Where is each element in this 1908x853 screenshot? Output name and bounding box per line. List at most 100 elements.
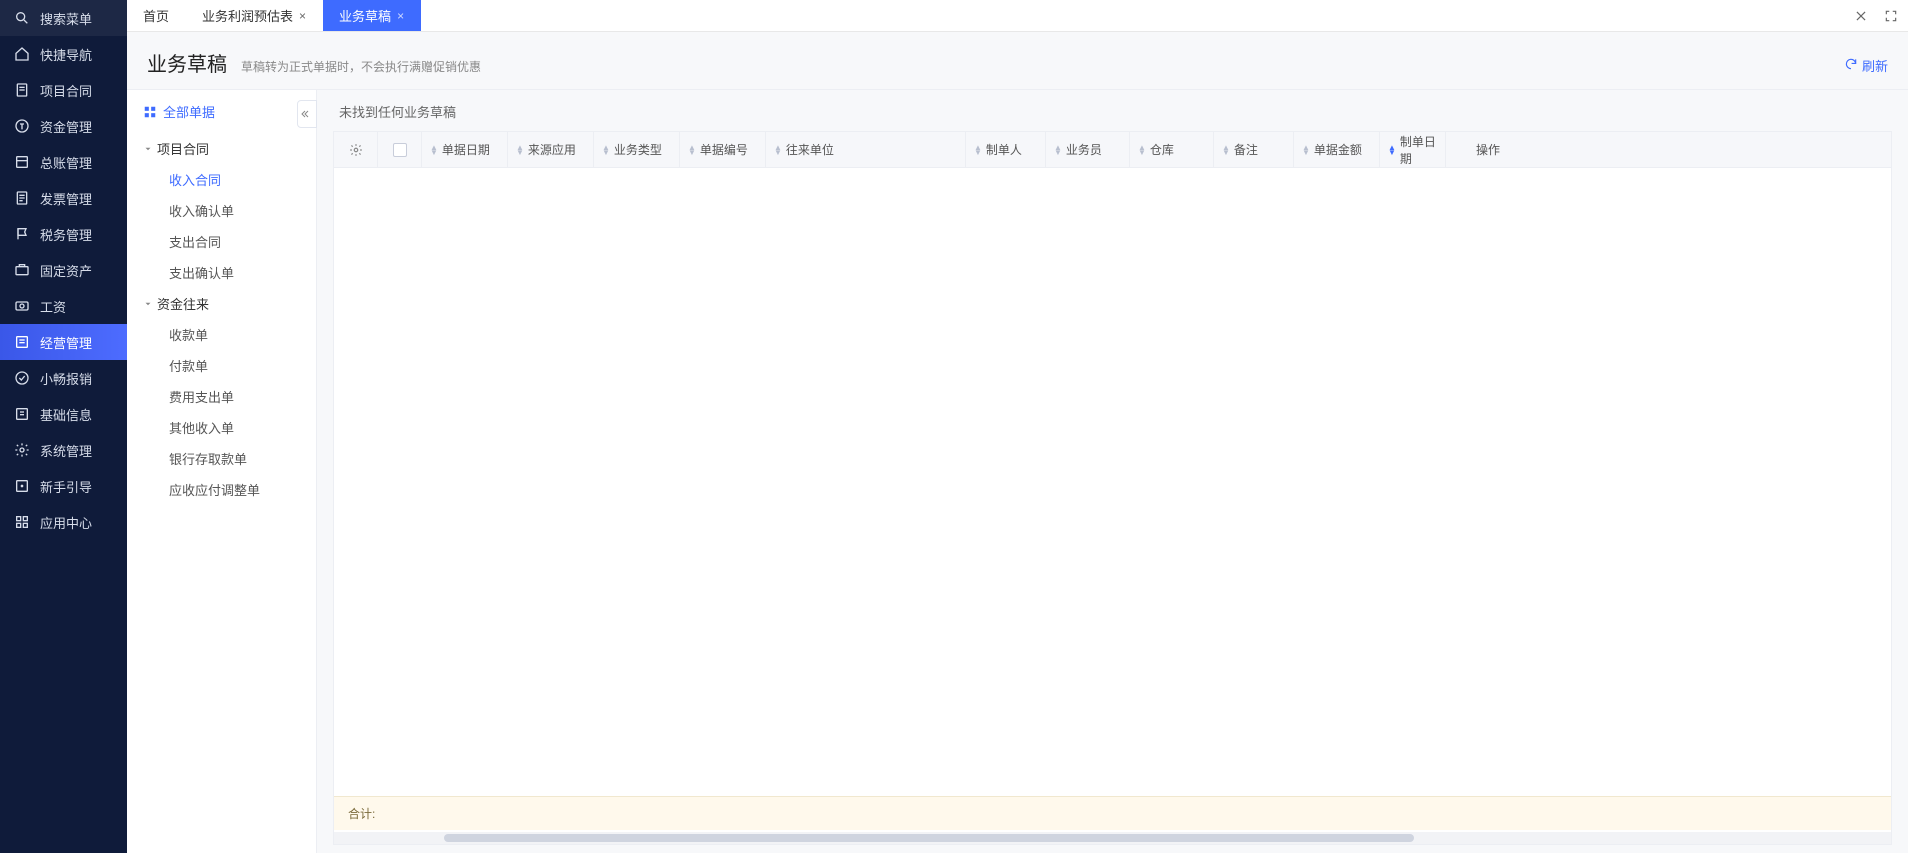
empty-message: 未找到任何业务草稿 bbox=[333, 102, 1892, 121]
close-icon[interactable]: × bbox=[397, 9, 404, 23]
page-title: 业务草稿 bbox=[147, 48, 227, 77]
column-settings-button[interactable] bbox=[334, 132, 378, 167]
filter-group-label: 项目合同 bbox=[157, 139, 209, 158]
sidebar-item-reimbursement[interactable]: 小畅报销 bbox=[0, 360, 127, 396]
th-remark[interactable]: ▲▼备注 bbox=[1214, 132, 1294, 167]
search-icon bbox=[14, 10, 30, 26]
th-creator[interactable]: ▲▼制单人 bbox=[966, 132, 1046, 167]
filter-group-project-contract: 项目合同 收入合同 收入确认单 支出合同 支出确认单 bbox=[127, 133, 316, 288]
refresh-label: 刷新 bbox=[1862, 56, 1888, 75]
filter-item-income-confirm[interactable]: 收入确认单 bbox=[135, 195, 308, 226]
table-body bbox=[334, 168, 1891, 796]
sort-icon: ▲▼ bbox=[1222, 145, 1230, 155]
tab-label: 业务草稿 bbox=[339, 6, 391, 25]
sidebar-item-label: 项目合同 bbox=[40, 81, 92, 100]
sidebar-item-basic-info[interactable]: 基础信息 bbox=[0, 396, 127, 432]
filter-item-expense-confirm[interactable]: 支出确认单 bbox=[135, 257, 308, 288]
money-icon bbox=[14, 118, 30, 134]
sidebar-item-label: 新手引导 bbox=[40, 477, 92, 496]
sidebar-item-label: 经营管理 bbox=[40, 333, 92, 352]
filter-item-expense-contract[interactable]: 支出合同 bbox=[135, 226, 308, 257]
filter-group-header[interactable]: 资金往来 bbox=[135, 288, 308, 319]
filter-item-other-income[interactable]: 其他收入单 bbox=[135, 412, 308, 443]
sidebar-item-label: 工资 bbox=[40, 297, 66, 316]
sidebar-item-label: 资金管理 bbox=[40, 117, 92, 136]
tabs-bar: 首页 业务利润预估表 × 业务草稿 × bbox=[127, 0, 1908, 32]
close-icon[interactable]: × bbox=[299, 9, 306, 23]
sidebar-item-guide[interactable]: 新手引导 bbox=[0, 468, 127, 504]
filter-all-documents[interactable]: 全部单据 bbox=[127, 102, 316, 133]
sidebar-item-label: 税务管理 bbox=[40, 225, 92, 244]
chevron-down-icon bbox=[143, 299, 153, 309]
filter-group-fund-flow: 资金往来 收款单 付款单 费用支出单 其他收入单 银行存取款单 应收应付调整单 bbox=[127, 288, 316, 505]
th-actions: 操作 bbox=[1446, 132, 1530, 167]
tab-label: 业务利润预估表 bbox=[202, 6, 293, 25]
sidebar-item-fixed-assets[interactable]: 固定资产 bbox=[0, 252, 127, 288]
sidebar-item-fund-mgmt[interactable]: 资金管理 bbox=[0, 108, 127, 144]
tax-icon bbox=[14, 226, 30, 242]
filter-item-income-contract[interactable]: 收入合同 bbox=[135, 164, 308, 195]
th-create-date[interactable]: ▲▼制单日期 bbox=[1380, 132, 1446, 167]
sidebar-item-system[interactable]: 系统管理 bbox=[0, 432, 127, 468]
filter-item-receipt[interactable]: 收款单 bbox=[135, 319, 308, 350]
th-partner[interactable]: ▲▼往来单位 bbox=[766, 132, 966, 167]
filter-item-bank-deposit[interactable]: 银行存取款单 bbox=[135, 443, 308, 474]
horizontal-scrollbar[interactable] bbox=[334, 832, 1891, 844]
th-business-type[interactable]: ▲▼业务类型 bbox=[594, 132, 680, 167]
sort-icon: ▲▼ bbox=[774, 145, 782, 155]
th-source-app[interactable]: ▲▼来源应用 bbox=[508, 132, 594, 167]
sidebar-item-project-contract[interactable]: 项目合同 bbox=[0, 72, 127, 108]
select-all-checkbox[interactable] bbox=[393, 143, 407, 157]
sidebar-item-invoice[interactable]: 发票管理 bbox=[0, 180, 127, 216]
filter-group-header[interactable]: 项目合同 bbox=[135, 133, 308, 164]
sidebar: 搜索菜单 快捷导航 项目合同 资金管理 总账管理 发票管理 税务管理 固定资产 bbox=[0, 0, 127, 853]
filter-item-payment[interactable]: 付款单 bbox=[135, 350, 308, 381]
select-all-header bbox=[378, 132, 422, 167]
info-icon bbox=[14, 406, 30, 422]
close-all-icon[interactable] bbox=[1852, 7, 1870, 25]
sidebar-item-search[interactable]: 搜索菜单 bbox=[0, 0, 127, 36]
filter-item-expense-sheet[interactable]: 费用支出单 bbox=[135, 381, 308, 412]
tab-business-draft[interactable]: 业务草稿 × bbox=[323, 0, 421, 31]
apps-icon bbox=[14, 514, 30, 530]
sidebar-item-general-ledger[interactable]: 总账管理 bbox=[0, 144, 127, 180]
document-icon bbox=[14, 82, 30, 98]
footer-total-label: 合计: bbox=[348, 805, 375, 822]
sidebar-item-app-center[interactable]: 应用中心 bbox=[0, 504, 127, 540]
gear-icon bbox=[14, 442, 30, 458]
sort-icon: ▲▼ bbox=[1054, 145, 1062, 155]
sort-icon: ▲▼ bbox=[602, 145, 610, 155]
fullscreen-icon[interactable] bbox=[1882, 7, 1900, 25]
th-salesperson[interactable]: ▲▼业务员 bbox=[1046, 132, 1130, 167]
tab-home[interactable]: 首页 bbox=[127, 0, 186, 31]
th-amount[interactable]: ▲▼单据金额 bbox=[1294, 132, 1380, 167]
th-doc-no[interactable]: ▲▼单据编号 bbox=[680, 132, 766, 167]
content: 全部单据 项目合同 收入合同 收入确认单 支出合同 支出确认单 bbox=[127, 90, 1908, 853]
collapse-filter-button[interactable] bbox=[297, 100, 317, 128]
table-footer: 合计: bbox=[334, 796, 1891, 830]
sidebar-item-label: 基础信息 bbox=[40, 405, 92, 424]
chevron-left-icon bbox=[301, 108, 313, 120]
reimbursement-icon bbox=[14, 370, 30, 386]
refresh-button[interactable]: 刷新 bbox=[1844, 56, 1888, 75]
tab-profit-forecast[interactable]: 业务利润预估表 × bbox=[186, 0, 323, 31]
sidebar-item-business-mgmt[interactable]: 经营管理 bbox=[0, 324, 127, 360]
grid-icon bbox=[143, 105, 157, 119]
sidebar-item-quick-nav[interactable]: 快捷导航 bbox=[0, 36, 127, 72]
sort-icon: ▲▼ bbox=[430, 145, 438, 155]
th-warehouse[interactable]: ▲▼仓库 bbox=[1130, 132, 1214, 167]
sort-icon: ▲▼ bbox=[516, 145, 524, 155]
sidebar-item-tax[interactable]: 税务管理 bbox=[0, 216, 127, 252]
sidebar-item-label: 系统管理 bbox=[40, 441, 92, 460]
salary-icon bbox=[14, 298, 30, 314]
tab-label: 首页 bbox=[143, 6, 169, 25]
sidebar-item-salary[interactable]: 工资 bbox=[0, 288, 127, 324]
filter-item-ar-ap-adjust[interactable]: 应收应付调整单 bbox=[135, 474, 308, 505]
th-doc-date[interactable]: ▲▼单据日期 bbox=[422, 132, 508, 167]
sidebar-item-label: 快捷导航 bbox=[40, 45, 92, 64]
page-subtitle: 草稿转为正式单据时，不会执行满赠促销优惠 bbox=[241, 58, 481, 75]
sidebar-item-label: 发票管理 bbox=[40, 189, 92, 208]
guide-icon bbox=[14, 478, 30, 494]
sort-icon: ▲▼ bbox=[974, 145, 982, 155]
scrollbar-thumb[interactable] bbox=[444, 834, 1414, 842]
